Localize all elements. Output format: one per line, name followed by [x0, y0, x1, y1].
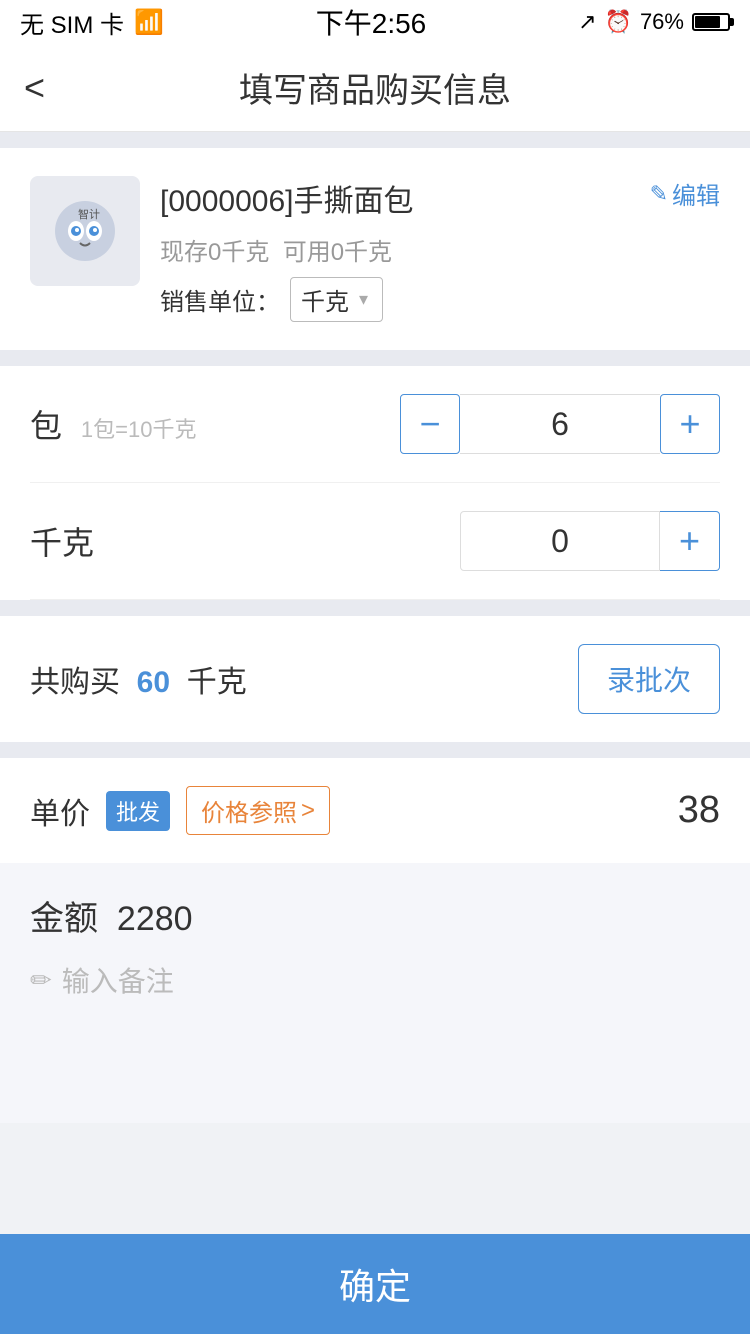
amount-value: 2280	[117, 900, 193, 938]
price-section: 单价 批发 价格参照 > 38	[0, 758, 750, 863]
product-name: [0000006]手撕面包	[160, 176, 720, 220]
note-row[interactable]: ✏ 输入备注	[30, 960, 720, 1000]
battery-text: 76%	[640, 9, 684, 35]
carrier-text: 无 SIM 卡	[20, 5, 124, 40]
status-left: 无 SIM 卡 📶	[20, 5, 164, 40]
total-label: 共购买 60 千克	[30, 657, 247, 701]
batch-button[interactable]: 录批次	[578, 644, 720, 714]
edit-label: 编辑	[672, 176, 720, 211]
separator-2	[0, 350, 750, 366]
total-section: 共购买 60 千克 录批次	[0, 616, 750, 742]
page-title: 填写商品购买信息	[239, 63, 511, 112]
product-card: 智计 [0000006]手撕面包 现存0千克 可用0千克 销售单位： 千克 ✎ …	[0, 148, 750, 350]
status-time: 下午2:56	[316, 2, 427, 42]
price-tag: 批发	[106, 791, 170, 831]
total-amount: 60	[137, 666, 170, 699]
kg-row: 千克 +	[30, 483, 720, 600]
kg-input[interactable]	[460, 511, 660, 571]
alarm-icon: ⏰	[605, 9, 632, 35]
edit-button[interactable]: ✎ 编辑	[650, 176, 720, 211]
bao-label: 包 1包=10千克	[30, 401, 400, 447]
note-placeholder: 输入备注	[62, 960, 174, 1000]
price-value: 38	[678, 789, 720, 832]
bao-hint: 1包=10千克	[81, 417, 197, 442]
status-bar: 无 SIM 卡 📶 下午2:56 ↗ ⏰ 76%	[0, 0, 750, 44]
bao-input[interactable]	[460, 394, 660, 454]
kg-control: +	[460, 511, 720, 571]
price-label: 单价	[30, 789, 90, 833]
product-info: [0000006]手撕面包 现存0千克 可用0千克 销售单位： 千克	[160, 176, 720, 322]
separator-1	[0, 132, 750, 148]
quantity-section: 包 1包=10千克 − + 千克 +	[0, 366, 750, 600]
svg-text:智计: 智计	[78, 207, 100, 221]
bao-row: 包 1包=10千克 − +	[30, 366, 720, 483]
product-unit: 销售单位： 千克	[160, 277, 720, 322]
pencil-icon: ✏	[30, 965, 52, 996]
product-stock: 现存0千克 可用0千克	[160, 232, 720, 267]
kg-plus-button[interactable]: +	[660, 511, 720, 571]
edit-icon: ✎	[650, 181, 668, 207]
battery-icon	[692, 13, 730, 31]
amount-label: 金额	[30, 900, 98, 938]
product-image: 智计	[30, 176, 140, 286]
separator-4	[0, 742, 750, 758]
confirm-label: 确定	[339, 1258, 411, 1310]
unit-value: 千克	[301, 282, 349, 317]
location-icon: ↗	[578, 9, 596, 35]
back-button[interactable]: <	[24, 67, 45, 109]
bao-control: − +	[400, 394, 720, 454]
status-right: ↗ ⏰ 76%	[578, 9, 730, 35]
kg-label: 千克	[30, 518, 460, 564]
nav-bar: < 填写商品购买信息	[0, 44, 750, 132]
unit-select[interactable]: 千克	[290, 277, 383, 322]
confirm-button[interactable]: 确定	[0, 1234, 750, 1334]
price-ref-button[interactable]: 价格参照 >	[186, 786, 330, 835]
price-ref-arrow-icon: >	[301, 797, 315, 825]
separator-3	[0, 600, 750, 616]
amount-section: 金额 2280 ✏ 输入备注	[0, 863, 750, 1123]
amount-row: 金额 2280	[30, 891, 720, 940]
wifi-icon: 📶	[134, 8, 164, 37]
product-logo-icon: 智计	[50, 196, 120, 266]
bao-plus-button[interactable]: +	[660, 394, 720, 454]
bao-minus-button[interactable]: −	[400, 394, 460, 454]
price-ref-label: 价格参照	[201, 793, 297, 828]
